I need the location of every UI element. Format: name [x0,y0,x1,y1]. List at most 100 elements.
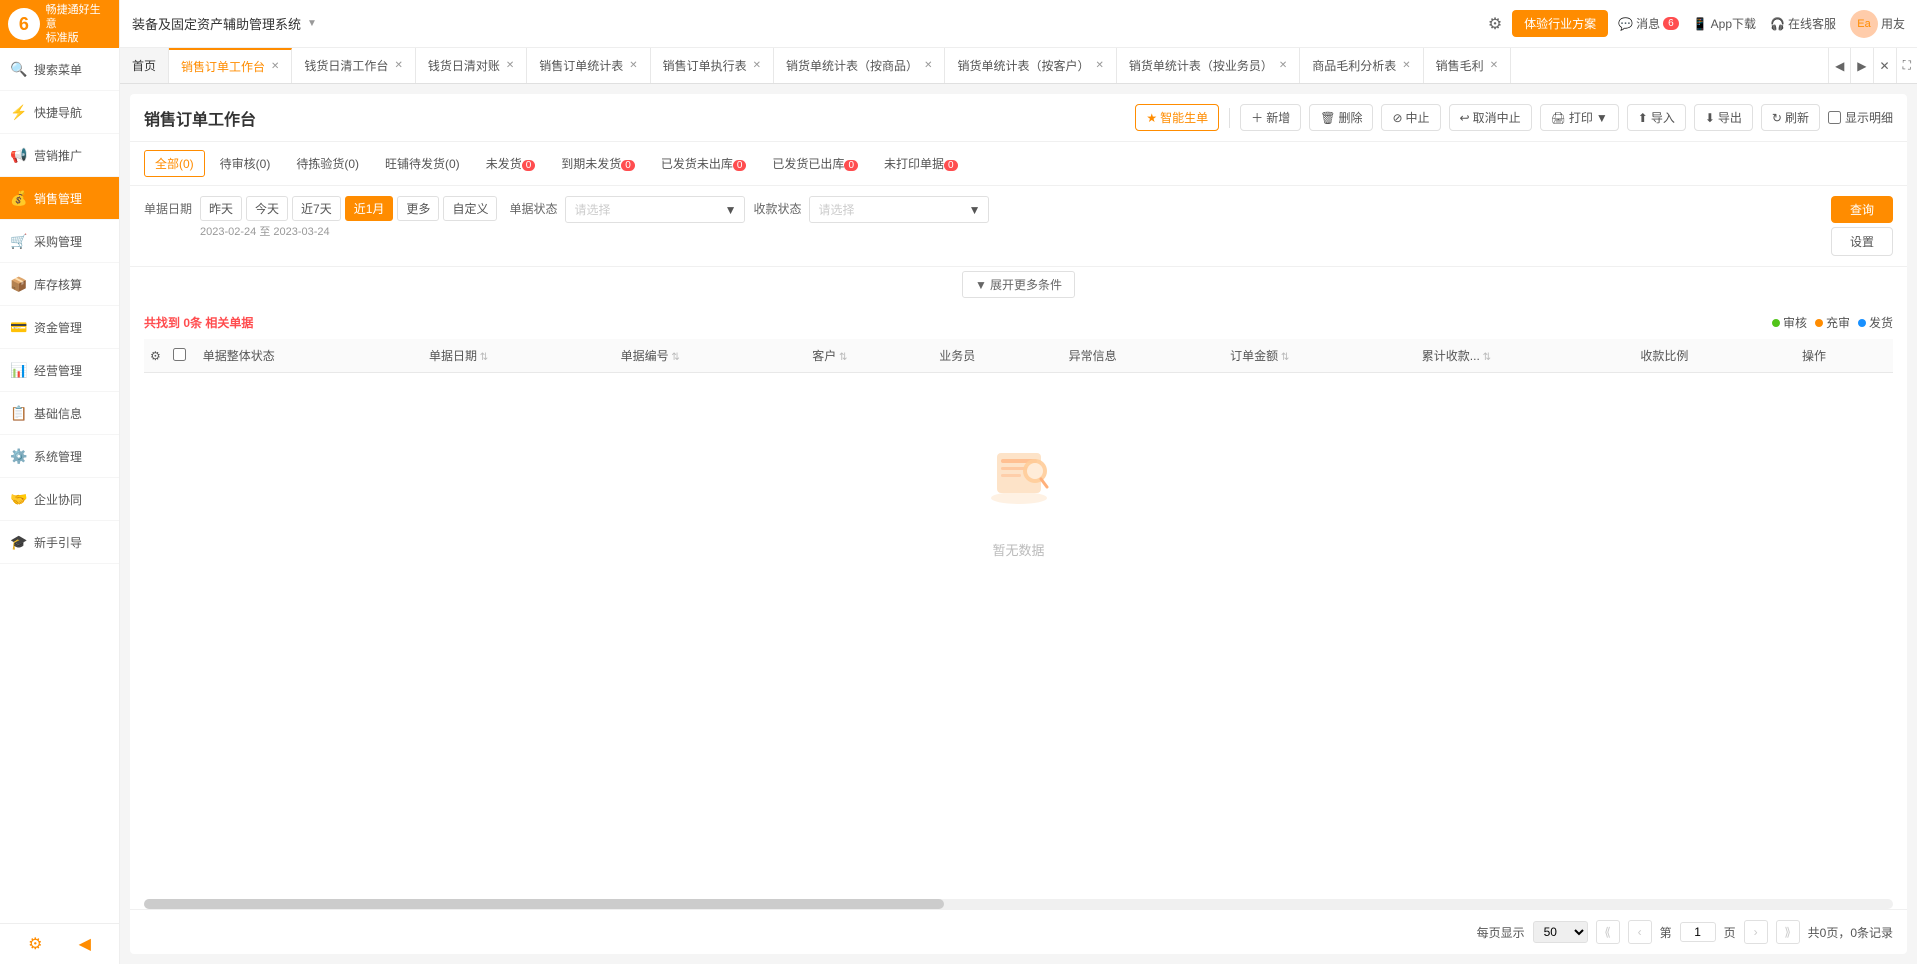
tab-sales-order[interactable]: 销售订单工作台✕ [169,48,292,84]
sub-tab-not-shipped-label: 未发货 [486,157,522,171]
sidebar-settings-btn[interactable]: ⚙ [28,934,42,954]
table-action-unreviewed[interactable]: 充审 [1815,314,1850,331]
date-filter-btn-近1月[interactable]: 近1月 [345,196,394,221]
tab-gross-profit-close-icon[interactable]: ✕ [1402,60,1410,71]
sidebar-item-inventory[interactable]: 📦库存核算 [0,263,119,306]
table-config-icon[interactable]: ⚙ [150,349,161,363]
tab-sales-order-close-icon[interactable]: ✕ [271,61,279,72]
th-staff: 业务员 [933,339,1062,373]
delete-btn[interactable]: 🗑 删除 [1309,104,1373,131]
stop-btn[interactable]: ⊘ 中止 [1381,104,1440,131]
tab-sales-exec-close-icon[interactable]: ✕ [753,60,761,71]
cancel-stop-btn[interactable]: ↩ 取消中止 [1449,104,1532,131]
tab-sales-stats-close-icon[interactable]: ✕ [629,60,637,71]
topbar-gear-icon[interactable]: ⚙ [1488,14,1502,34]
sidebar-item-purchase[interactable]: 🛒采购管理 [0,220,119,263]
sidebar-item-finance[interactable]: 💳资金管理 [0,306,119,349]
sub-tab-not-printed[interactable]: 未打印单据0 [873,150,969,177]
import-btn[interactable]: ⬆ 导入 [1627,104,1686,131]
sidebar-collapse-btn[interactable]: ◀ [79,934,91,954]
table-action-review[interactable]: 审核 [1772,314,1807,331]
message-icon: 💬 [1618,17,1633,31]
sub-tab-all[interactable]: 全部(0) [144,150,205,177]
sort-icon: ⇅ [836,352,847,363]
tab-sales-summary-staff-close-icon[interactable]: ✕ [1279,60,1287,71]
tabs-prev-btn[interactable]: ◀ [1828,48,1850,84]
sidebar-item-marketing[interactable]: 📢营销推广 [0,134,119,177]
scrollbar-thumb[interactable] [144,899,944,909]
tab-sales-summary-staff[interactable]: 销货单统计表（按业务员）✕ [1117,48,1300,84]
tab-sales-summary-product-close-icon[interactable]: ✕ [924,60,932,71]
app-download-btn[interactable]: 📱 App下载 [1693,15,1756,32]
tabs-maximize-btn[interactable]: ⛶ [1896,48,1917,84]
th-date[interactable]: 单据日期 ⇅ [423,339,615,373]
sidebar-item-quick-nav[interactable]: ⚡快捷导航 [0,91,119,134]
sidebar-item-operation[interactable]: 📊经营管理 [0,349,119,392]
sidebar-item-enterprise[interactable]: 🤝企业协同 [0,478,119,521]
page-input[interactable]: 1 [1680,922,1716,942]
sub-tab-shipped-out[interactable]: 已发货已出库0 [761,150,869,177]
topbar-system-title: 装备及固定资产辅助管理系统 ▼ [132,14,1478,33]
th-customer[interactable]: 客户 ⇅ [806,339,933,373]
first-page-btn[interactable]: ⟪ [1596,920,1620,944]
sub-tab-expired-not-shipped[interactable]: 到期未发货0 [550,150,646,177]
select-all-checkbox[interactable] [173,348,186,361]
sub-tab-shipped-not-out[interactable]: 已发货未出库0 [650,150,758,177]
date-filter-btn-自定义[interactable]: 自定义 [443,196,497,221]
tab-sales-earn-close-icon[interactable]: ✕ [1490,60,1498,71]
tab-gross-profit[interactable]: 商品毛利分析表✕ [1300,48,1423,84]
tab-cash-daily-close-icon[interactable]: ✕ [394,60,402,71]
th-amount[interactable]: 订单金额 ⇅ [1224,339,1416,373]
prev-page-btn[interactable]: ‹ [1628,920,1652,944]
expand-conditions-btn[interactable]: ▼ 展开更多条件 [962,271,1075,298]
tab-sales-summary-customer[interactable]: 销货单统计表（按客户）✕ [945,48,1116,84]
tab-sales-exec[interactable]: 销售订单执行表✕ [651,48,774,84]
sub-tab-pending-check[interactable]: 待拣验货(0) [285,150,370,177]
print-btn[interactable]: 🖨 打印 ▼ [1540,104,1619,131]
sub-tab-wangpu-pending[interactable]: 旺铺待发货(0) [374,150,471,177]
tab-cash-reconcile[interactable]: 钱货日清对账✕ [416,48,527,84]
date-filter-btn-近7天[interactable]: 近7天 [292,196,341,221]
refresh-btn[interactable]: ↻ 刷新 [1761,104,1820,131]
tab-sales-summary-customer-close-icon[interactable]: ✕ [1095,60,1103,71]
last-page-btn[interactable]: ⟫ [1776,920,1800,944]
message-btn[interactable]: 💬 消息 6 [1618,15,1679,32]
tab-cash-daily[interactable]: 钱货日清工作台✕ [292,48,415,84]
add-btn[interactable]: ＋ 新增 [1240,104,1301,131]
sidebar-item-guide[interactable]: 🎓新手引导 [0,521,119,564]
sub-tab-pending-review[interactable]: 待审核(0) [209,150,282,177]
tabs-next-btn[interactable]: ▶ [1850,48,1872,84]
date-filter-btn-更多[interactable]: 更多 [397,196,439,221]
tab-sales-stats[interactable]: 销售订单统计表✕ [527,48,650,84]
sidebar-item-system[interactable]: ⚙️系统管理 [0,435,119,478]
table-action-ship[interactable]: 发货 [1858,314,1893,331]
th-number[interactable]: 单据编号 ⇅ [615,339,807,373]
sub-tab-not-shipped[interactable]: 未发货0 [475,150,547,177]
tab-sales-summary-product[interactable]: 销货单统计表（按商品）✕ [774,48,945,84]
export-btn[interactable]: ⬇ 导出 [1694,104,1753,131]
next-page-btn[interactable]: › [1744,920,1768,944]
date-filter-btn-今天[interactable]: 今天 [246,196,288,221]
show-detail-label[interactable]: 显示明细 [1828,109,1893,126]
tab-home[interactable]: 首页 [120,48,169,84]
sidebar-item-search[interactable]: 🔍搜索菜单 [0,48,119,91]
sidebar-item-sales[interactable]: 💰销售管理 [0,177,119,220]
status-filter-select[interactable]: 请选择 ▼ [565,196,745,223]
date-filter-btn-昨天[interactable]: 昨天 [200,196,242,221]
industry-btn[interactable]: 体验行业方案 [1512,10,1608,37]
tabs-close-all-btn[interactable]: ✕ [1873,48,1896,84]
show-detail-checkbox[interactable] [1828,111,1841,124]
sidebar-item-basic-info[interactable]: 📋基础信息 [0,392,119,435]
user-avatar[interactable]: Ea 用友 [1850,10,1905,38]
smart-create-btn[interactable]: ★ 智能生单 [1135,104,1219,131]
query-btn[interactable]: 查询 [1831,196,1893,223]
tab-cash-reconcile-close-icon[interactable]: ✕ [506,60,514,71]
online-service-btn[interactable]: 🎧 在线客服 [1770,15,1836,32]
horizontal-scrollbar[interactable] [144,899,1893,909]
per-page-select[interactable]: 102050100 [1533,921,1588,943]
settings-btn[interactable]: 设置 [1831,227,1893,256]
payment-filter-select[interactable]: 请选择 ▼ [809,196,989,223]
tab-sales-earn[interactable]: 销售毛利✕ [1424,48,1511,84]
th-status-label: 单据整体状态 [203,349,275,363]
th-collected[interactable]: 累计收款... ⇅ [1416,339,1635,373]
